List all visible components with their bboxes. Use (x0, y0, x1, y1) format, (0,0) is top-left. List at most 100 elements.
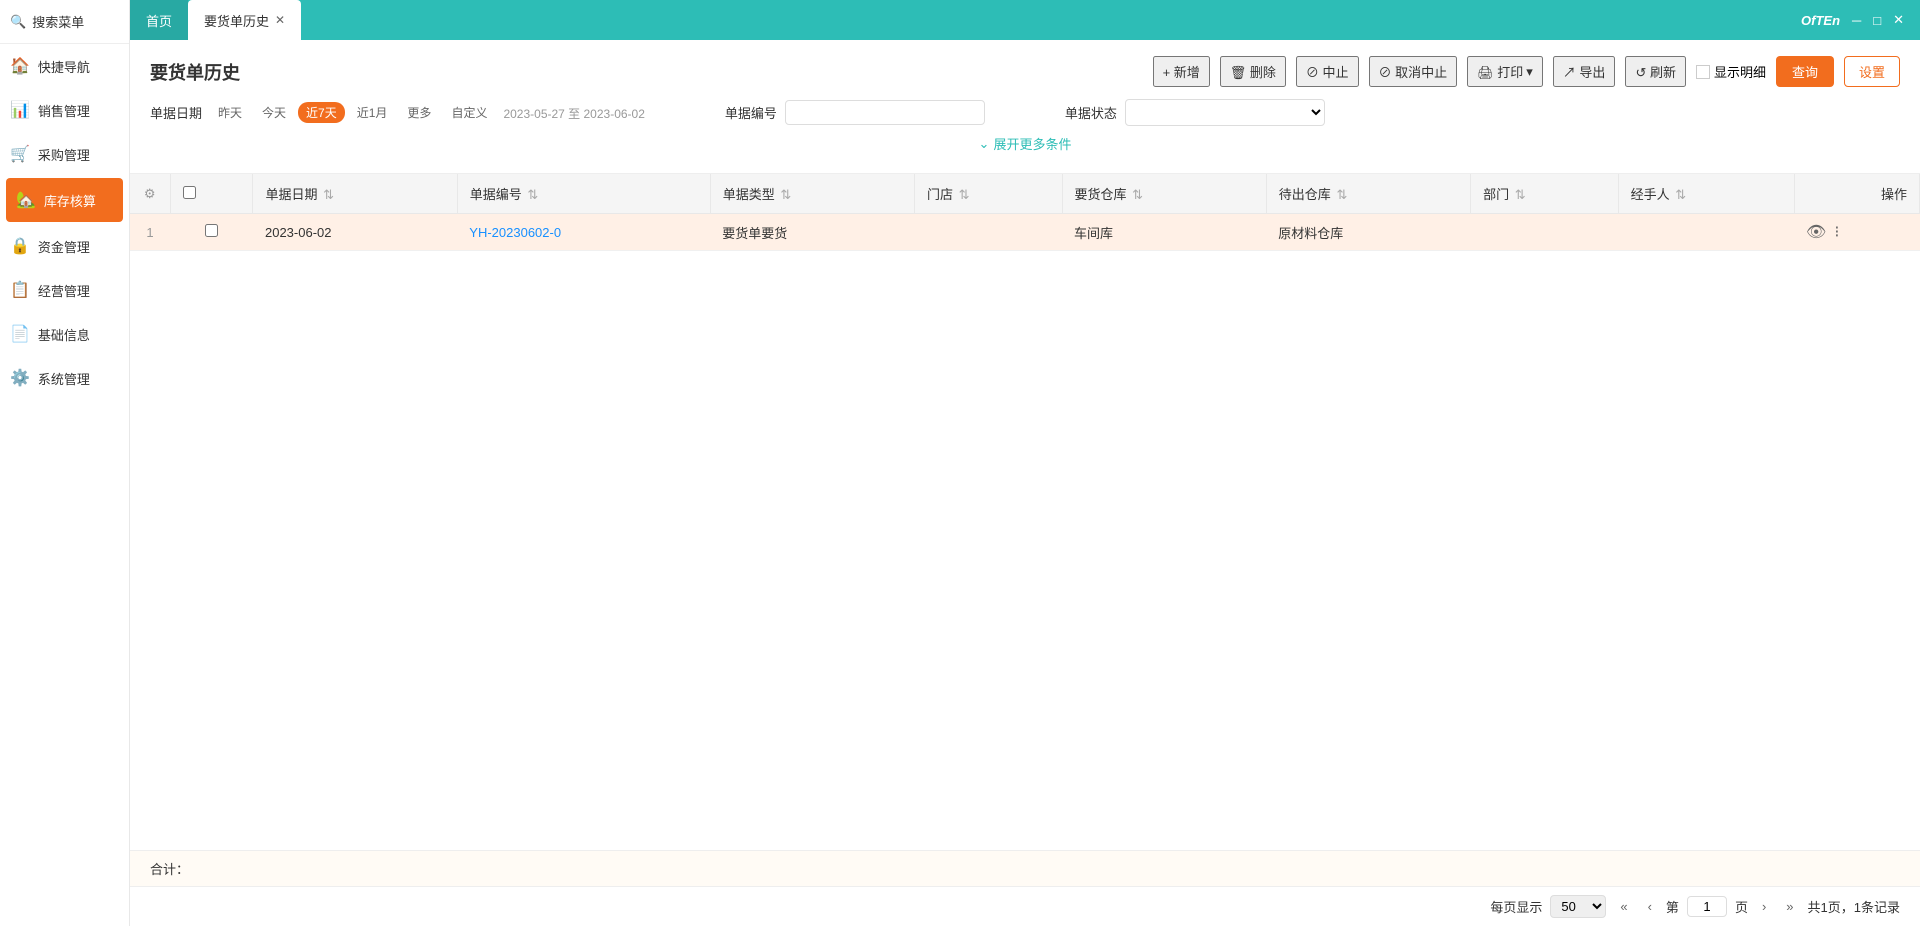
sidebar-search[interactable]: 🔍 搜索菜单 (0, 0, 129, 44)
pagination: 每页显示 2050100200 « ‹ 第 页 › » 共1页，1条记录 (130, 886, 1920, 926)
row-dept (1471, 214, 1619, 251)
th-checkbox (170, 174, 253, 214)
date-btn-7days[interactable]: 近7天 (298, 102, 345, 123)
page-size-label: 每页显示 (1490, 897, 1542, 916)
topbar: 首页 要货单历史 ✕ OfTEn ─ □ ✕ (130, 0, 1920, 40)
select-all-checkbox[interactable] (183, 186, 196, 199)
cancel-suspend-button[interactable]: ⊘ 取消中止 (1369, 56, 1458, 87)
cart-icon: 🛒 (10, 144, 30, 164)
tab-home[interactable]: 首页 (130, 0, 188, 40)
sort-doc-date-icon[interactable]: ⇅ (323, 187, 334, 202)
total-label: 合计： (150, 862, 189, 877)
date-range-text: 2023-05-27 至 2023-06-02 (503, 105, 644, 122)
th-settings: ⚙ (130, 174, 170, 214)
sort-store-icon[interactable]: ⇅ (959, 187, 970, 202)
next-page-btn[interactable]: › (1756, 897, 1772, 916)
sidebar-item-basic[interactable]: 📄 基础信息 (0, 312, 129, 356)
table-header: ⚙ 单据日期 ⇅ 单据编号 ⇅ (130, 174, 1920, 214)
print-button[interactable]: 🖨 打印 ▾ (1467, 56, 1543, 87)
sidebar-item-purchase[interactable]: 🛒 采购管理 (0, 132, 129, 176)
sidebar-item-inventory[interactable]: 🏡 库存核算 (6, 178, 123, 222)
sidebar-item-label: 销售管理 (38, 101, 90, 120)
sidebar-item-label: 快捷导航 (38, 57, 90, 76)
date-btn-yesterday[interactable]: 昨天 (210, 102, 250, 123)
doc-no-input[interactable] (785, 100, 985, 125)
filter-group-date: 单据日期 昨天 今天 近7天 近1月 更多 自定义 2023-05-27 至 2… (150, 102, 645, 123)
sidebar-item-operation[interactable]: 📋 经营管理 (0, 268, 129, 312)
th-dept: 部门 ⇅ (1471, 174, 1619, 214)
sort-doc-type-icon[interactable]: ⇅ (780, 187, 791, 202)
first-page-btn[interactable]: « (1614, 897, 1633, 916)
sidebar-item-label: 资金管理 (38, 237, 90, 256)
table-body: 1 2023-06-02 YH-20230602-0 要货单要货 车间库 原材料… (130, 214, 1920, 251)
window-max-button[interactable]: □ (1873, 13, 1881, 28)
filter-area: 单据日期 昨天 今天 近7天 近1月 更多 自定义 2023-05-27 至 2… (130, 87, 1920, 174)
refresh-button[interactable]: ↺ 刷新 (1625, 56, 1686, 87)
doc-no-link[interactable]: YH-20230602-0 (469, 225, 561, 240)
sidebar-item-sales[interactable]: 📊 销售管理 (0, 88, 129, 132)
filter-date-label: 单据日期 (150, 103, 202, 122)
row-checkbox[interactable] (205, 224, 218, 237)
date-btn-more[interactable]: 更多 (399, 102, 439, 123)
export-button[interactable]: ↗ 导出 (1553, 56, 1616, 87)
window-min-button[interactable]: ─ (1852, 13, 1861, 28)
home-icon: 🏠 (10, 56, 30, 76)
row-view-icon[interactable]: 👁 (1806, 222, 1826, 242)
row-doc-no: YH-20230602-0 (457, 214, 710, 251)
doc-icon: 📄 (10, 324, 30, 344)
page-suffix: 页 (1735, 897, 1748, 916)
sidebar-item-system[interactable]: ⚙️ 系统管理 (0, 356, 129, 400)
sort-handler-icon[interactable]: ⇅ (1675, 187, 1686, 202)
col-settings-icon[interactable]: ⚙ (144, 186, 156, 201)
filter-row-expand: ⌄ 展开更多条件 (150, 134, 1900, 153)
expand-filter-button[interactable]: ⌄ 展开更多条件 (979, 134, 1072, 153)
th-req-warehouse: 要货仓库 ⇅ (1062, 174, 1266, 214)
th-action: 操作 (1794, 174, 1919, 214)
date-btn-1month[interactable]: 近1月 (349, 102, 396, 123)
suspend-button[interactable]: ⊘ 中止 (1296, 56, 1359, 87)
window-close-button[interactable]: ✕ (1893, 12, 1904, 28)
sidebar-search-label: 搜索菜单 (32, 12, 84, 31)
chevron-down-icon: ⌄ (979, 136, 990, 152)
sort-req-warehouse-icon[interactable]: ⇅ (1132, 187, 1143, 202)
query-button[interactable]: 查询 (1776, 56, 1834, 87)
sidebar-item-finance[interactable]: 🔒 资金管理 (0, 224, 129, 268)
data-table: ⚙ 单据日期 ⇅ 单据编号 ⇅ (130, 174, 1920, 251)
sort-doc-no-icon[interactable]: ⇅ (527, 187, 538, 202)
chart-icon: 📊 (10, 100, 30, 120)
sort-dept-icon[interactable]: ⇅ (1515, 187, 1526, 202)
filter-row-1: 单据日期 昨天 今天 近7天 近1月 更多 自定义 2023-05-27 至 2… (150, 99, 1900, 126)
page-size-select[interactable]: 2050100200 (1550, 895, 1606, 918)
prev-page-btn[interactable]: ‹ (1642, 897, 1658, 916)
table-row: 1 2023-06-02 YH-20230602-0 要货单要货 车间库 原材料… (130, 214, 1920, 251)
sidebar: 🔍 搜索菜单 🏠 快捷导航 📊 销售管理 🛒 采购管理 🏡 库存核算 🔒 资金管… (0, 0, 130, 926)
th-pending-warehouse: 待出仓库 ⇅ (1266, 174, 1470, 214)
setting-button[interactable]: 设置 (1844, 56, 1900, 87)
page-number-input[interactable] (1687, 896, 1727, 917)
sidebar-item-label: 库存核算 (44, 191, 96, 210)
last-page-btn[interactable]: » (1780, 897, 1799, 916)
sort-pending-warehouse-icon[interactable]: ⇅ (1336, 187, 1347, 202)
filter-group-docno: 单据编号 (725, 100, 985, 125)
page-header: 要货单历史 + 新增 🗑 删除 ⊘ 中止 ⊘ 取消中止 🖨 打印 ▾ (130, 40, 1920, 87)
tab-close-icon[interactable]: ✕ (275, 13, 285, 27)
row-more-icon[interactable]: ⁝ (1834, 222, 1839, 242)
th-doc-date: 单据日期 ⇅ (253, 174, 457, 214)
tab-history[interactable]: 要货单历史 ✕ (188, 0, 301, 40)
main-area: 首页 要货单历史 ✕ OfTEn ─ □ ✕ 要货单历史 + 新增 🗑 删除 (130, 0, 1920, 926)
sidebar-item-label: 经营管理 (38, 281, 90, 300)
delete-button[interactable]: 🗑 删除 (1220, 56, 1286, 87)
date-btn-today[interactable]: 今天 (254, 102, 294, 123)
display-detail-checkbox-label[interactable]: 显示明细 (1696, 62, 1766, 81)
row-num: 1 (130, 214, 170, 251)
page-content: 要货单历史 + 新增 🗑 删除 ⊘ 中止 ⊘ 取消中止 🖨 打印 ▾ (130, 40, 1920, 926)
doc-status-select[interactable] (1125, 99, 1325, 126)
tab-home-label: 首页 (146, 11, 172, 30)
display-detail-checkbox[interactable] (1696, 65, 1710, 79)
total-info: 共1页，1条记录 (1808, 897, 1900, 916)
new-button[interactable]: + 新增 (1153, 56, 1210, 87)
row-store (914, 214, 1062, 251)
sidebar-item-quick-nav[interactable]: 🏠 快捷导航 (0, 44, 129, 88)
tab-history-label: 要货单历史 (204, 11, 269, 30)
date-btn-custom[interactable]: 自定义 (443, 102, 495, 123)
